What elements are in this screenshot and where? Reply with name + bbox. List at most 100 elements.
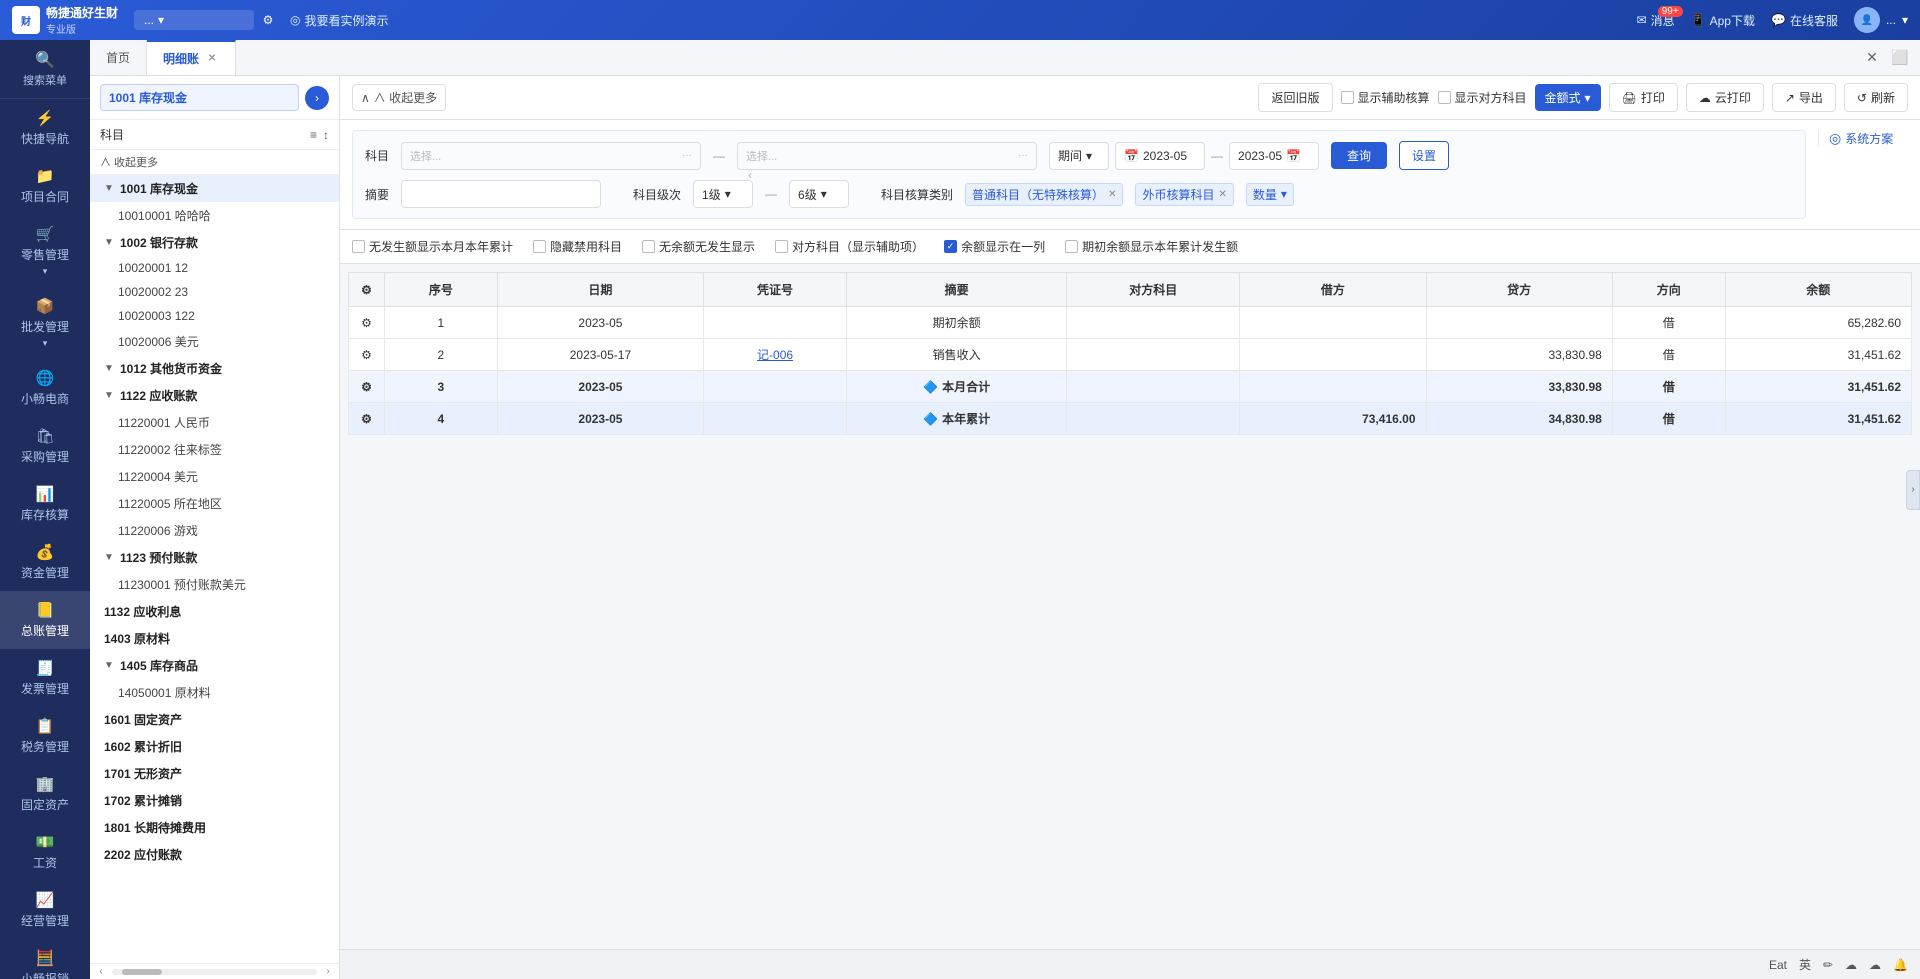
right-collapse-btn[interactable]: › xyxy=(1906,470,1920,510)
checkbox-hide-disabled[interactable]: 隐藏禁用科目 xyxy=(533,238,622,255)
message-btn[interactable]: ✉ 消息 99+ xyxy=(1637,12,1675,29)
tag-close-icon2[interactable]: ✕ xyxy=(1218,189,1226,200)
company-selector[interactable]: ... ▾ xyxy=(134,10,254,30)
tree-item-11230001[interactable]: 11230001 预付账款美元 xyxy=(90,571,339,598)
sidebar-item-purchase[interactable]: 🛍 采购管理 xyxy=(0,417,90,475)
window-close-btn[interactable]: ✕ xyxy=(1860,46,1884,70)
print-btn[interactable]: 🖨 打印 xyxy=(1609,83,1678,112)
show-counterpart-checkbox[interactable]: 显示对方科目 xyxy=(1438,89,1527,106)
tree-item-1701[interactable]: 1701 无形资产 xyxy=(90,760,339,787)
sidebar-item-quick-nav[interactable]: ⚡ 快捷导航 xyxy=(0,99,90,157)
checkbox-no-amount[interactable]: 无发生额显示本月本年累计 xyxy=(352,238,513,255)
expand-more-btn[interactable]: ∧ 收起更多 xyxy=(90,150,339,175)
sidebar-item-invoice[interactable]: 🧾 发票管理 xyxy=(0,649,90,707)
tree-item-10020003[interactable]: 10020003 122 xyxy=(90,304,339,328)
checkbox-counterpart[interactable]: 对方科目（显示辅助项） xyxy=(775,238,924,255)
tree-item-1123[interactable]: ▼1123 预付账款 xyxy=(90,544,339,571)
status-item-cloud2[interactable]: ☁ xyxy=(1869,958,1881,972)
subject-input2[interactable]: 选择... ··· xyxy=(737,142,1037,170)
sidebar-item-retail[interactable]: 🛒 零售管理 ▾ xyxy=(0,215,90,287)
tree-item-1702[interactable]: 1702 累计摊销 xyxy=(90,787,339,814)
expand-more-btn-top[interactable]: ∧ ∧ 收起更多 xyxy=(352,84,446,111)
tree-item-2202[interactable]: 2202 应付账款 xyxy=(90,841,339,868)
list-icon[interactable]: ≡ xyxy=(310,128,317,142)
row-settings-1[interactable]: ⚙ xyxy=(349,307,385,339)
checkbox-balance-one-col[interactable]: ✓余额显示在一列 xyxy=(944,238,1045,255)
sidebar-item-fixed-assets[interactable]: 🏢 固定资产 xyxy=(0,765,90,823)
sort-icon[interactable]: ↕ xyxy=(323,128,329,142)
selected-account[interactable]: 1001 库存现金 xyxy=(100,84,299,111)
sidebar-item-tax[interactable]: 📋 税务管理 xyxy=(0,707,90,765)
filter-collapse-left-btn[interactable]: ‹ xyxy=(748,168,752,182)
status-item-edit[interactable]: ✏ xyxy=(1823,958,1833,972)
tree-item-1001[interactable]: ▼1001 库存现金 xyxy=(90,175,339,202)
period-start-input[interactable]: 📅 2023-05 xyxy=(1115,142,1205,170)
tree-item-14050001[interactable]: 14050001 原材料 xyxy=(90,679,339,706)
tree-item-11220004[interactable]: 11220004 美元 xyxy=(90,463,339,490)
checkbox-no-balance[interactable]: 无余额无发生显示 xyxy=(642,238,755,255)
settings-query-btn[interactable]: 设置 xyxy=(1399,141,1449,170)
tab-home[interactable]: 首页 xyxy=(90,40,147,75)
status-item-cloud1[interactable]: ☁ xyxy=(1845,958,1857,972)
scroll-left-btn[interactable]: ‹ xyxy=(94,965,108,979)
tag-quantity[interactable]: 数量 ▾ xyxy=(1246,183,1294,206)
row-settings-2[interactable]: ⚙ xyxy=(349,339,385,371)
tag-normal[interactable]: 普通科目（无特殊核算） ✕ xyxy=(965,183,1123,206)
tree-item-10020002[interactable]: 10020002 23 xyxy=(90,280,339,304)
tree-item-1122[interactable]: ▼1122 应收账款 xyxy=(90,382,339,409)
sidebar-item-search[interactable]: 🔍 搜索菜单 xyxy=(0,40,90,99)
show-helper-checkbox[interactable]: 显示辅助核算 xyxy=(1341,89,1430,106)
sidebar-item-report[interactable]: 🧮 小畅报销 xyxy=(0,939,90,979)
sidebar-item-capital[interactable]: 💰 资金管理 xyxy=(0,533,90,591)
tree-item-1012[interactable]: ▼1012 其他货币资金 xyxy=(90,355,339,382)
tree-item-1002[interactable]: ▼1002 银行存款 xyxy=(90,229,339,256)
tree-item-1801[interactable]: 1801 长期待摊费用 xyxy=(90,814,339,841)
refresh-btn[interactable]: ↺ 刷新 xyxy=(1844,83,1908,112)
online-service-btn[interactable]: 💬 在线客服 xyxy=(1771,12,1838,29)
col-settings[interactable]: ⚙ xyxy=(349,273,385,307)
account-nav-btn[interactable]: › xyxy=(305,86,329,110)
subject-input[interactable]: 选择... ··· xyxy=(401,142,701,170)
status-item-bell[interactable]: 🔔 xyxy=(1893,958,1908,972)
export-btn[interactable]: ↗ 导出 xyxy=(1772,83,1836,112)
tree-item-11220005[interactable]: 11220005 所在地区 xyxy=(90,490,339,517)
level-end-select[interactable]: 6级 ▾ xyxy=(789,180,849,208)
tree-item-1405[interactable]: ▼1405 库存商品 xyxy=(90,652,339,679)
period-end-input[interactable]: 2023-05 📅 xyxy=(1229,142,1319,170)
scheme-btn[interactable]: ◎ 系统方案 xyxy=(1829,130,1908,147)
user-menu[interactable]: 👤 ... ▾ xyxy=(1854,7,1908,33)
period-type-select[interactable]: 期间 ▾ xyxy=(1049,142,1109,170)
sidebar-item-ecommerce[interactable]: 🌐 小畅电商 xyxy=(0,359,90,417)
cloud-print-btn[interactable]: ☁ 云打印 xyxy=(1686,83,1764,112)
tree-item-11220002[interactable]: 11220002 往来标签 xyxy=(90,436,339,463)
row-settings-3[interactable]: ⚙ xyxy=(349,371,385,403)
sidebar-item-business[interactable]: 📈 经营管理 xyxy=(0,881,90,939)
tab-close-icon[interactable]: ✕ xyxy=(205,52,219,66)
row-settings-4[interactable]: ⚙ xyxy=(349,403,385,435)
app-download-btn[interactable]: 📱 App下载 xyxy=(1691,12,1755,29)
status-item-lang[interactable]: 英 xyxy=(1799,956,1811,973)
tree-item-10010001[interactable]: 10010001 哈哈哈 xyxy=(90,202,339,229)
sidebar-item-inventory[interactable]: 📊 库存核算 xyxy=(0,475,90,533)
tree-item-1602[interactable]: 1602 累计折旧 xyxy=(90,733,339,760)
tag-foreign[interactable]: 外币核算科目 ✕ xyxy=(1135,183,1233,206)
tree-item-1132[interactable]: 1132 应收利息 xyxy=(90,598,339,625)
tree-item-11220006[interactable]: 11220006 游戏 xyxy=(90,517,339,544)
amount-format-btn[interactable]: 金额式 ▾ xyxy=(1535,84,1601,111)
settings-icon[interactable]: ⚙ xyxy=(254,6,282,34)
tree-item-1601[interactable]: 1601 固定资产 xyxy=(90,706,339,733)
voucher-link[interactable]: 记-006 xyxy=(757,348,793,362)
tree-item-11220001[interactable]: 11220001 人民币 xyxy=(90,409,339,436)
sidebar-item-salary[interactable]: 💵 工资 xyxy=(0,823,90,881)
tab-detail[interactable]: 明细账 ✕ xyxy=(147,40,236,75)
query-btn[interactable]: 查询 xyxy=(1331,142,1387,169)
sidebar-item-ledger[interactable]: 📒 总账管理 xyxy=(0,591,90,649)
return-old-btn[interactable]: 返回旧版 xyxy=(1258,83,1332,112)
status-item-eat[interactable]: Eat xyxy=(1769,958,1787,972)
window-maximize-btn[interactable]: ⬜ xyxy=(1888,46,1912,70)
demo-link[interactable]: ◎ 我要看实例演示 xyxy=(290,12,389,29)
level-start-select[interactable]: 1级 ▾ xyxy=(693,180,753,208)
scroll-right-btn[interactable]: › xyxy=(321,965,335,979)
summary-input[interactable] xyxy=(401,180,601,208)
sidebar-item-wholesale[interactable]: 📦 批发管理 ▾ xyxy=(0,287,90,359)
